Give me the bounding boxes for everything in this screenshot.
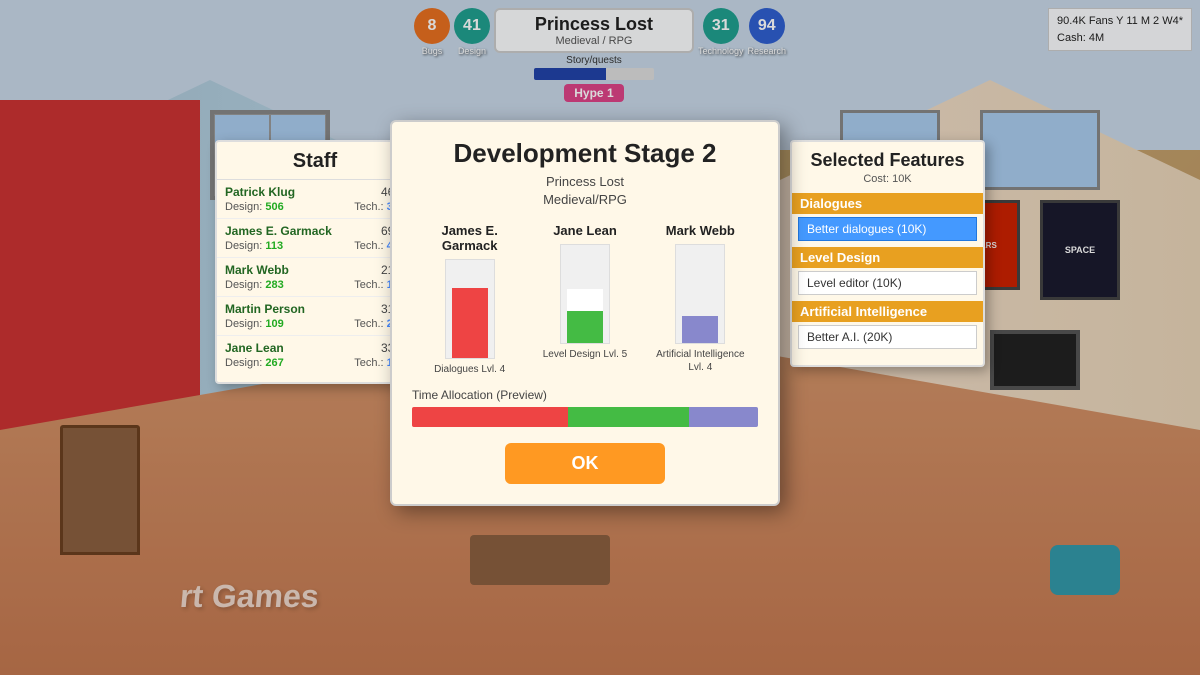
- design-val-1: 506: [265, 201, 283, 213]
- ok-button[interactable]: OK: [505, 443, 665, 484]
- design-label-1: Design:: [225, 201, 262, 213]
- bar-james: [445, 259, 495, 359]
- col-name-jane: Jane Lean: [553, 223, 617, 238]
- category-ai: Artificial Intelligence: [792, 301, 983, 322]
- category-dialogues: Dialogues: [792, 193, 983, 214]
- staff-panel: Staff Patrick Klug 46% Design: 506 Tech.…: [215, 140, 415, 384]
- feature-level-editor[interactable]: Level editor (10K): [798, 271, 977, 295]
- design-val-2: 113: [265, 240, 283, 252]
- dev-dialog-game: Princess Lost Medieval/RPG: [412, 173, 758, 209]
- staff-member-4: Martin Person 31% Design: 109 Tech.: 290: [217, 297, 413, 336]
- features-panel: Selected Features Cost: 10K Dialogues Be…: [790, 140, 985, 367]
- bar-fill-jane: [567, 289, 603, 343]
- skill-jane: Level Design Lvl. 5: [543, 348, 628, 361]
- staff-panel-title: Staff: [217, 142, 413, 180]
- feature-better-ai[interactable]: Better A.I. (20K): [798, 325, 977, 349]
- staff-name-4: Martin Person: [225, 302, 305, 316]
- ta-green: [568, 407, 689, 427]
- skill-james: Dialogues Lvl. 4: [434, 363, 505, 376]
- col-name-james: James E. Garmack: [420, 223, 520, 253]
- staff-col-jane: Jane Lean Level Design Lvl. 5: [535, 223, 635, 376]
- features-title: Selected Features: [792, 142, 983, 173]
- staff-col-james: James E. Garmack Dialogues Lvl. 4: [420, 223, 520, 376]
- skill-mark: Artificial Intelligence Lvl. 4: [656, 348, 744, 374]
- staff-bar-columns: James E. Garmack Dialogues Lvl. 4 Jane L…: [412, 223, 758, 376]
- staff-name-1: Patrick Klug: [225, 185, 295, 199]
- time-alloc-label: Time Allocation (Preview): [412, 388, 758, 402]
- dev-dialog-title: Development Stage 2: [412, 138, 758, 169]
- col-name-mark: Mark Webb: [666, 223, 735, 238]
- feature-better-dialogues[interactable]: Better dialogues (10K): [798, 217, 977, 241]
- design-val-4: 109: [265, 318, 283, 330]
- tech-label-1: Tech.:: [354, 201, 383, 213]
- staff-name-3: Mark Webb: [225, 263, 289, 277]
- dev-stage-dialog: Development Stage 2 Princess Lost Mediev…: [390, 120, 780, 506]
- staff-member-3: Mark Webb 21% Design: 283 Tech.: 167: [217, 258, 413, 297]
- bar-jane: [560, 244, 610, 344]
- features-cost: Cost: 10K: [792, 173, 983, 185]
- design-val-3: 283: [265, 279, 283, 291]
- staff-member-1: Patrick Klug 46% Design: 506 Tech.: 338: [217, 180, 413, 219]
- bar-mark: [675, 244, 725, 344]
- ta-purple: [689, 407, 758, 427]
- staff-name-5: Jane Lean: [225, 341, 284, 355]
- bar-fill-james: [452, 288, 488, 359]
- bar-cap-jane: [567, 289, 603, 311]
- staff-name-2: James E. Garmack: [225, 224, 332, 238]
- time-alloc-bar: [412, 407, 758, 427]
- design-val-5: 267: [265, 357, 283, 369]
- staff-member-2: James E. Garmack 69% Design: 113 Tech.: …: [217, 219, 413, 258]
- ta-red: [412, 407, 568, 427]
- category-level-design: Level Design: [792, 247, 983, 268]
- bar-fill-mark: [682, 316, 718, 343]
- staff-member-5: Jane Lean 33% Design: 267 Tech.: 132: [217, 336, 413, 374]
- staff-col-mark: Mark Webb Artificial Intelligence Lvl. 4: [650, 223, 750, 376]
